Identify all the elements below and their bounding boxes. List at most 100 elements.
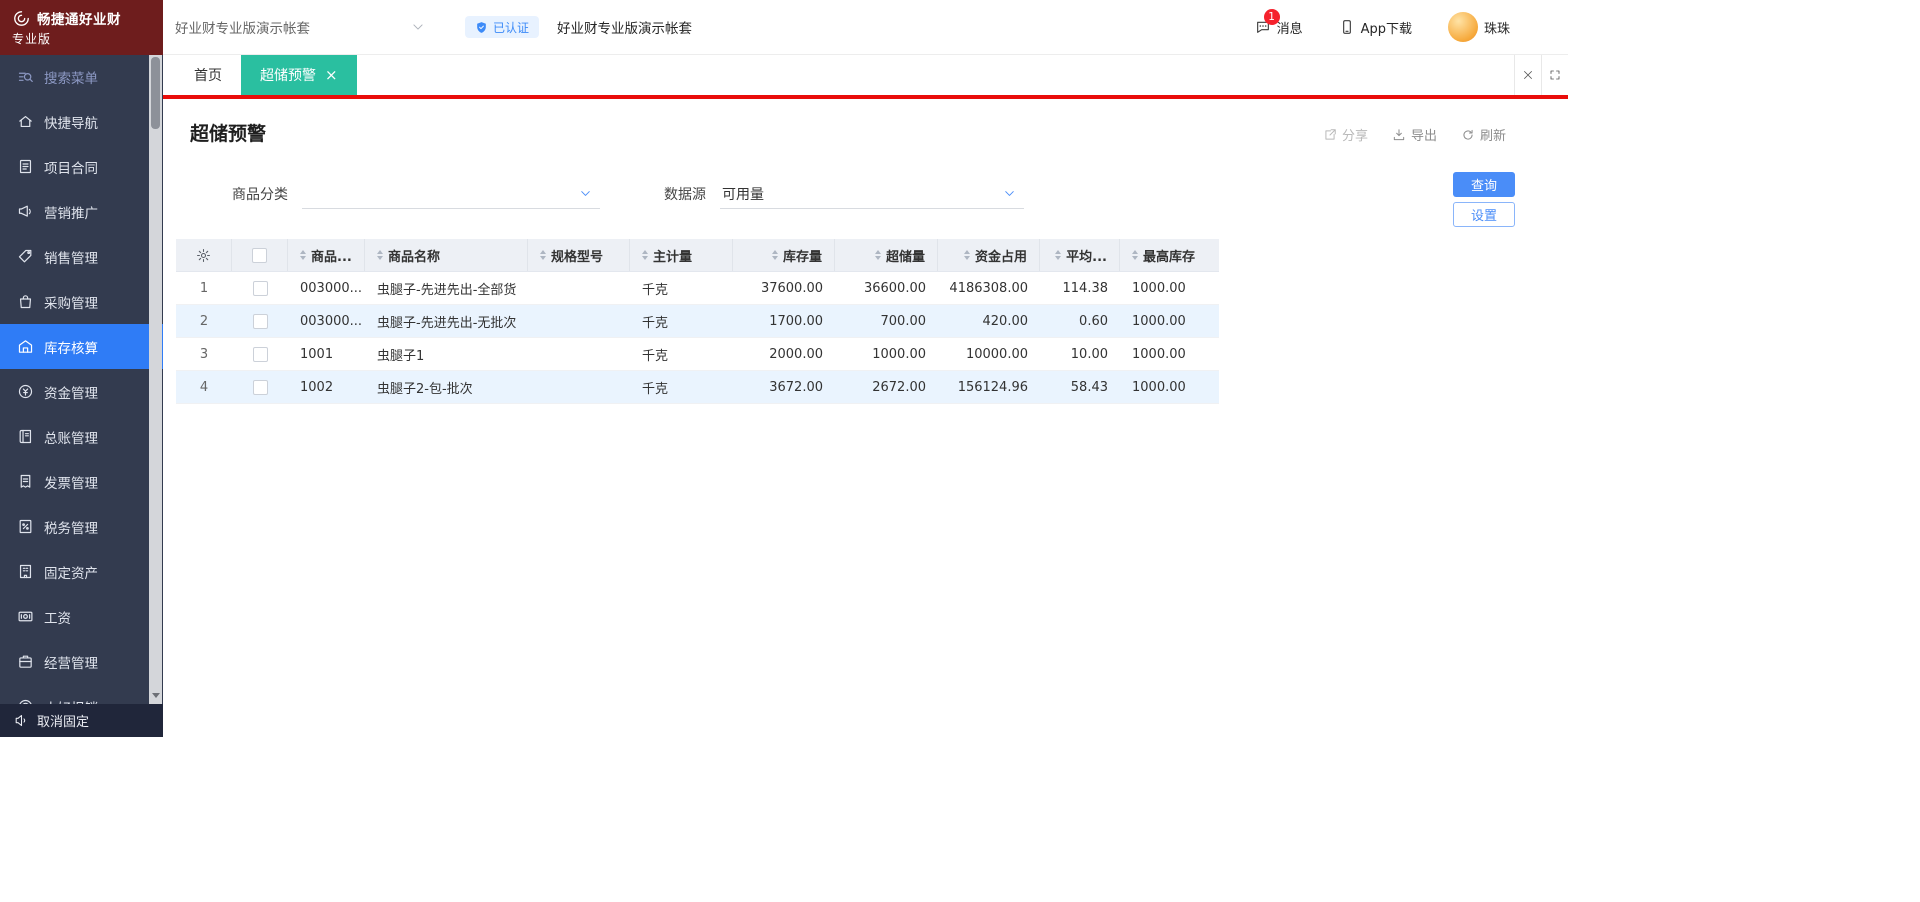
verified-label: 已认证 (493, 20, 530, 35)
avatar (1447, 12, 1478, 42)
sidebar-item-12[interactable]: 经营管理 (0, 639, 163, 684)
column-header-label: 规格型号 (551, 249, 604, 265)
table-row[interactable]: 1 003000... 虫腿子-先进先出-全部货 千克 37600.00 36600.00… (176, 272, 1219, 305)
funds-icon (17, 383, 34, 400)
column-header-4[interactable]: 库存量 (733, 239, 835, 271)
column-header-6[interactable]: 资金占用 (938, 239, 1040, 271)
category-select[interactable] (302, 179, 600, 209)
sort-icon (540, 250, 546, 260)
table-row[interactable]: 4 1002 虫腿子2-包-批次 千克 3672.00 2672.00 156124.96 5… (176, 371, 1219, 404)
row-index: 1 (199, 280, 209, 296)
row-index: 2 (199, 313, 209, 329)
sidebar-item-label: 固定资产 (44, 565, 98, 582)
column-header-8[interactable]: 最高库存 (1120, 239, 1219, 271)
table-row[interactable]: 3 1001 虫腿子1 千克 2000.00 1000.00 10000.00 10.00 10… (176, 338, 1219, 371)
fullscreen-button[interactable] (1541, 55, 1568, 95)
tab-0[interactable]: 首页 (175, 55, 241, 95)
datasource-select[interactable]: 可用量 (720, 179, 1024, 209)
app-window: 畅捷通好业财 专业版 好业财专业版演示帐套 已认证 好业财专业版演示帐套 消息 … (0, 0, 1920, 902)
invoice-icon (17, 473, 34, 490)
sidebar-item-11[interactable]: 工资 (0, 594, 163, 639)
refresh-button[interactable]: 刷新 (1461, 125, 1506, 144)
close-tabs-button[interactable] (1514, 55, 1541, 95)
sidebar-scrollbar[interactable] (149, 55, 162, 704)
sidebar-item-8[interactable]: 发票管理 (0, 459, 163, 504)
table-cell: 虫腿子-先进先出-全部货 (377, 282, 517, 298)
sidebar-item-10[interactable]: 固定资产 (0, 549, 163, 594)
row-checkbox[interactable] (252, 313, 268, 329)
query-button[interactable]: 查询 (1453, 172, 1515, 197)
sidebar-item-label: 项目合同 (44, 160, 98, 177)
table-cell: 4186308.00 (949, 280, 1028, 296)
sidebar-item-6[interactable]: 资金管理 (0, 369, 163, 414)
workspace-selector[interactable]: 好业财专业版演示帐套 (175, 17, 425, 37)
table-cell: 1000.00 (1132, 379, 1186, 395)
user-name: 珠珠 (1483, 21, 1510, 37)
table-cell: 58.43 (1070, 379, 1108, 395)
share-button[interactable]: 分享 (1323, 125, 1368, 144)
column-header-1[interactable]: 商品名称 (365, 239, 528, 271)
sort-icon (771, 250, 778, 260)
phone-icon (1339, 19, 1355, 35)
column-settings-button[interactable] (176, 239, 232, 271)
chevron-down-icon (411, 20, 425, 34)
sidebar-item-2[interactable]: 营销推广 (0, 189, 163, 234)
sidebar-item-label: 小好报销 (44, 697, 98, 705)
export-button[interactable]: 导出 (1392, 125, 1437, 144)
main-area: 首页 超储预警 × 超储预警 分享 导出 刷新 商品分类 数据源 可用量 查询 … (163, 55, 1568, 737)
select-all-checkbox[interactable] (252, 247, 267, 263)
shield-check-icon (475, 21, 488, 34)
column-header-3[interactable]: 主计量 (630, 239, 733, 271)
column-header-2[interactable]: 规格型号 (528, 239, 630, 271)
unpin-icon (14, 713, 29, 728)
sidebar-search-label: 搜索菜单 (44, 71, 98, 87)
unpin-button[interactable]: 取消固定 (0, 704, 163, 737)
topbar: 好业财专业版演示帐套 已认证 好业财专业版演示帐套 消息 1 App下载 珠珠 (163, 0, 1568, 55)
column-header-label: 超储量 (885, 249, 925, 265)
sidebar-item-5[interactable]: 库存核算 (0, 324, 163, 369)
table-cell: 0.60 (1079, 313, 1108, 329)
share-icon (1323, 128, 1337, 142)
messages-label: 消息 (1276, 21, 1303, 37)
table-cell: 10000.00 (965, 346, 1028, 362)
column-header-7[interactable]: 平均... (1040, 239, 1120, 271)
user-menu[interactable]: 珠珠 (1447, 12, 1510, 42)
row-index: 4 (199, 379, 209, 395)
chevron-down-icon (1003, 187, 1016, 200)
messages-button[interactable]: 消息 1 (1255, 8, 1303, 37)
row-checkbox[interactable] (252, 280, 268, 296)
sidebar-item-0[interactable]: 快捷导航 (0, 99, 163, 144)
row-select-cell (232, 272, 288, 304)
tab-close-icon[interactable]: × (325, 67, 338, 83)
settings-button[interactable]: 设置 (1453, 202, 1515, 227)
tab-bar: 首页 超储预警 × (163, 55, 1568, 99)
sidebar-item-3[interactable]: 销售管理 (0, 234, 163, 279)
sidebar-item-label: 库存核算 (44, 340, 98, 357)
sidebar-item-4[interactable]: 采购管理 (0, 279, 163, 324)
sidebar-item-7[interactable]: 总账管理 (0, 414, 163, 459)
brand-edition: 专业版 (12, 32, 52, 46)
app-logo: 畅捷通好业财 专业版 (0, 0, 163, 55)
sidebar-item-label: 经营管理 (44, 655, 98, 672)
tab-1[interactable]: 超储预警 × (241, 55, 357, 95)
row-checkbox[interactable] (252, 379, 268, 395)
scrollbar-thumb[interactable] (151, 57, 160, 129)
column-header-0[interactable]: 商品... (288, 239, 365, 271)
sidebar-item-13[interactable]: 小好报销 (0, 684, 163, 704)
column-header-5[interactable]: 超储量 (835, 239, 938, 271)
row-checkbox[interactable] (252, 346, 268, 362)
app-download-button[interactable]: App下载 (1339, 18, 1412, 37)
column-header-label: 商品名称 (388, 249, 441, 265)
contract-icon (17, 158, 34, 175)
table-row[interactable]: 2 003000... 虫腿子-先进先出-无批次 千克 1700.00 700.00 420… (176, 305, 1219, 338)
gear-icon (196, 248, 211, 263)
scrollbar-down-arrow[interactable] (149, 688, 162, 702)
sidebar-search-menu[interactable]: 搜索菜单 (0, 55, 163, 99)
select-all-cell (232, 239, 288, 271)
sidebar-item-1[interactable]: 项目合同 (0, 144, 163, 189)
row-select-cell (232, 338, 288, 370)
sidebar-item-label: 工资 (44, 610, 71, 627)
sidebar-item-9[interactable]: 税务管理 (0, 504, 163, 549)
sort-icon (963, 250, 970, 260)
page-actions: 分享 导出 刷新 (1323, 125, 1506, 144)
